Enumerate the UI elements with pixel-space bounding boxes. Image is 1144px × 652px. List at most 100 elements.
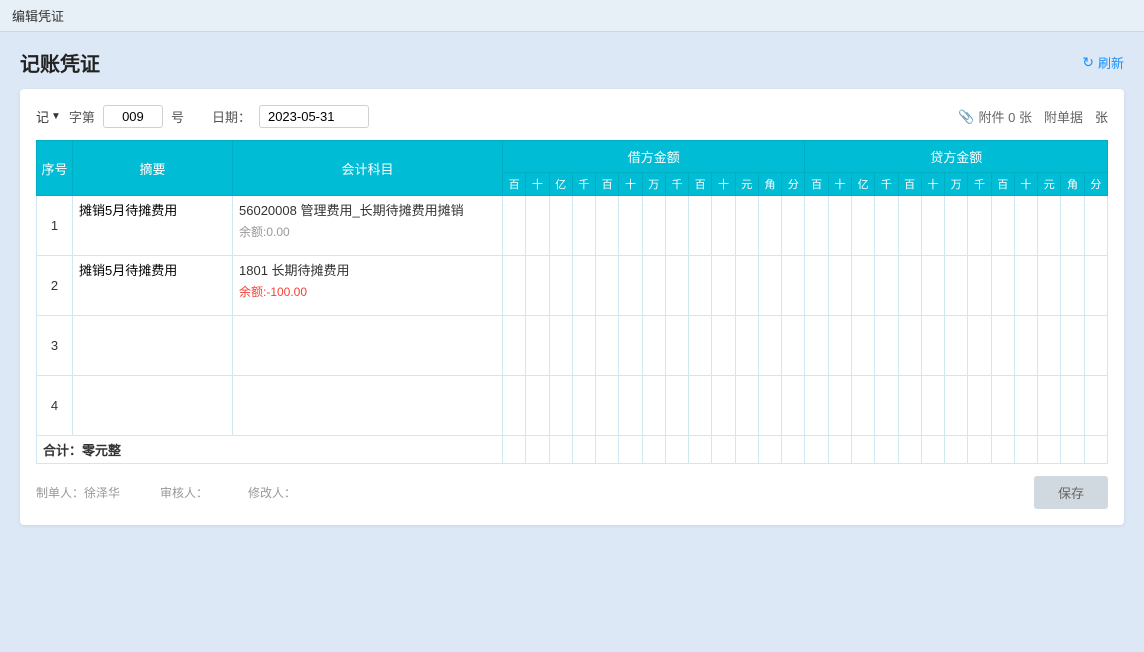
debit-digit-cell[interactable]	[596, 376, 619, 436]
summary-cell[interactable]	[73, 316, 233, 376]
account-cell[interactable]	[233, 316, 503, 376]
credit-digit-cell[interactable]	[1038, 256, 1061, 316]
credit-digit-cell[interactable]	[805, 376, 828, 436]
debit-digit-cell[interactable]	[782, 256, 805, 316]
credit-digit-cell[interactable]	[945, 256, 968, 316]
debit-digit-cell[interactable]	[549, 316, 572, 376]
voucher-number-input[interactable]	[103, 105, 163, 128]
summary-cell[interactable]: 摊销5月待摊费用	[73, 256, 233, 316]
credit-digit-cell[interactable]	[945, 376, 968, 436]
debit-digit-cell[interactable]	[619, 376, 642, 436]
credit-digit-cell[interactable]	[968, 196, 991, 256]
debit-digit-cell[interactable]	[572, 196, 595, 256]
debit-digit-cell[interactable]	[735, 376, 758, 436]
debit-digit-cell[interactable]	[596, 196, 619, 256]
debit-digit-cell[interactable]	[549, 196, 572, 256]
credit-digit-cell[interactable]	[945, 316, 968, 376]
debit-digit-cell[interactable]	[526, 256, 549, 316]
credit-digit-cell[interactable]	[1014, 376, 1037, 436]
debit-digit-cell[interactable]	[758, 196, 781, 256]
debit-digit-cell[interactable]	[642, 256, 665, 316]
account-cell[interactable]	[233, 376, 503, 436]
credit-digit-cell[interactable]	[851, 196, 874, 256]
credit-digit-cell[interactable]	[898, 196, 921, 256]
debit-digit-cell[interactable]	[503, 256, 526, 316]
debit-digit-cell[interactable]	[642, 196, 665, 256]
debit-digit-cell[interactable]	[712, 316, 735, 376]
credit-digit-cell[interactable]	[898, 376, 921, 436]
attach-link[interactable]: 📎 附件 0 张	[958, 107, 1032, 126]
debit-digit-cell[interactable]	[735, 256, 758, 316]
credit-digit-cell[interactable]	[968, 256, 991, 316]
credit-digit-cell[interactable]	[1038, 376, 1061, 436]
credit-digit-cell[interactable]	[875, 256, 898, 316]
debit-digit-cell[interactable]	[712, 256, 735, 316]
credit-digit-cell[interactable]	[1084, 256, 1107, 316]
account-cell[interactable]: 56020008 管理费用_长期待摊费用摊销余额:0.00	[233, 196, 503, 256]
credit-digit-cell[interactable]	[1061, 376, 1084, 436]
debit-digit-cell[interactable]	[549, 256, 572, 316]
debit-digit-cell[interactable]	[642, 376, 665, 436]
debit-digit-cell[interactable]	[689, 316, 712, 376]
credit-digit-cell[interactable]	[851, 316, 874, 376]
debit-digit-cell[interactable]	[526, 196, 549, 256]
voucher-type-button[interactable]: 记 ▼	[36, 107, 61, 126]
credit-digit-cell[interactable]	[851, 376, 874, 436]
save-button[interactable]: 保存	[1034, 476, 1108, 509]
date-input[interactable]	[259, 105, 369, 128]
credit-digit-cell[interactable]	[875, 376, 898, 436]
summary-cell[interactable]: 摊销5月待摊费用	[73, 196, 233, 256]
debit-digit-cell[interactable]	[782, 376, 805, 436]
credit-digit-cell[interactable]	[805, 316, 828, 376]
credit-digit-cell[interactable]	[968, 376, 991, 436]
debit-digit-cell[interactable]	[526, 376, 549, 436]
debit-digit-cell[interactable]	[665, 376, 688, 436]
debit-digit-cell[interactable]	[735, 196, 758, 256]
credit-digit-cell[interactable]	[1084, 316, 1107, 376]
debit-digit-cell[interactable]	[503, 376, 526, 436]
debit-digit-cell[interactable]	[503, 316, 526, 376]
credit-digit-cell[interactable]	[898, 316, 921, 376]
credit-digit-cell[interactable]	[1061, 316, 1084, 376]
debit-digit-cell[interactable]	[665, 196, 688, 256]
credit-digit-cell[interactable]	[991, 196, 1014, 256]
credit-digit-cell[interactable]	[828, 196, 851, 256]
debit-digit-cell[interactable]	[689, 256, 712, 316]
debit-digit-cell[interactable]	[782, 316, 805, 376]
credit-digit-cell[interactable]	[1061, 196, 1084, 256]
credit-digit-cell[interactable]	[991, 316, 1014, 376]
credit-digit-cell[interactable]	[921, 376, 944, 436]
debit-digit-cell[interactable]	[503, 196, 526, 256]
debit-digit-cell[interactable]	[758, 256, 781, 316]
debit-digit-cell[interactable]	[619, 316, 642, 376]
summary-cell[interactable]	[73, 376, 233, 436]
credit-digit-cell[interactable]	[921, 196, 944, 256]
credit-digit-cell[interactable]	[991, 376, 1014, 436]
debit-digit-cell[interactable]	[572, 256, 595, 316]
credit-digit-cell[interactable]	[898, 256, 921, 316]
debit-digit-cell[interactable]	[712, 196, 735, 256]
credit-digit-cell[interactable]	[1038, 316, 1061, 376]
credit-digit-cell[interactable]	[805, 256, 828, 316]
credit-digit-cell[interactable]	[945, 196, 968, 256]
credit-digit-cell[interactable]	[851, 256, 874, 316]
credit-digit-cell[interactable]	[991, 256, 1014, 316]
credit-digit-cell[interactable]	[828, 316, 851, 376]
credit-digit-cell[interactable]	[805, 196, 828, 256]
credit-digit-cell[interactable]	[828, 256, 851, 316]
debit-digit-cell[interactable]	[526, 316, 549, 376]
debit-digit-cell[interactable]	[758, 376, 781, 436]
debit-digit-cell[interactable]	[642, 316, 665, 376]
credit-digit-cell[interactable]	[1014, 196, 1037, 256]
credit-digit-cell[interactable]	[1014, 316, 1037, 376]
debit-digit-cell[interactable]	[689, 376, 712, 436]
credit-digit-cell[interactable]	[875, 316, 898, 376]
debit-digit-cell[interactable]	[572, 316, 595, 376]
credit-digit-cell[interactable]	[1038, 196, 1061, 256]
credit-digit-cell[interactable]	[921, 316, 944, 376]
attach-single-link[interactable]: 附单据	[1044, 107, 1083, 126]
account-cell[interactable]: 1801 长期待摊费用余额:-100.00	[233, 256, 503, 316]
debit-digit-cell[interactable]	[712, 376, 735, 436]
credit-digit-cell[interactable]	[1014, 256, 1037, 316]
refresh-button[interactable]: ↻ 刷新	[1082, 53, 1124, 72]
